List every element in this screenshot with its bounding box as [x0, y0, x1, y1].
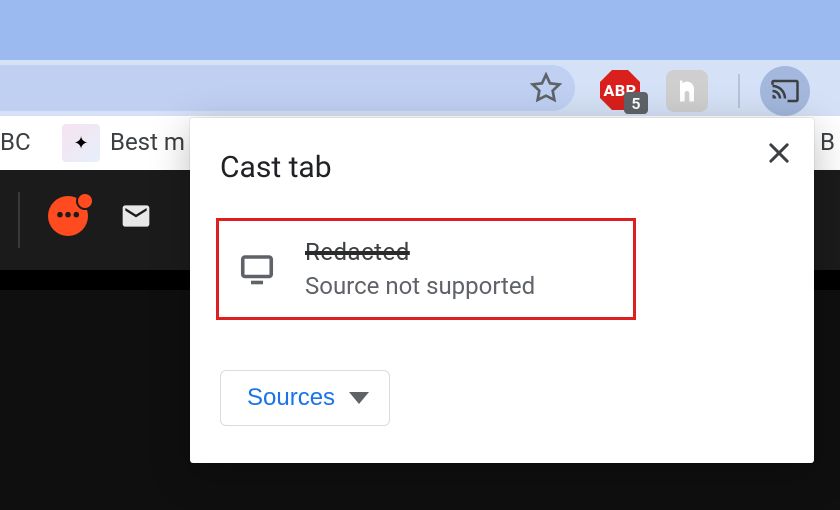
browser-tab-strip — [0, 0, 840, 60]
bookmark-item-best[interactable]: Best m — [110, 128, 185, 156]
notification-dot-icon — [76, 192, 94, 210]
toolbar-separator — [738, 74, 740, 108]
chat-button[interactable]: ••• — [48, 196, 92, 240]
viewport: ABP 5 BC ✦ Best m B ••• Cast tab — [0, 0, 840, 510]
cast-device-row[interactable]: Redacted Source not supported — [216, 218, 636, 320]
bookmark-item-bc[interactable]: BC — [0, 128, 31, 156]
extension-honey[interactable] — [666, 70, 708, 112]
bookmark-favicon[interactable]: ✦ — [62, 124, 100, 162]
page-topbar-separator — [18, 192, 20, 248]
bookmark-star-icon[interactable] — [530, 72, 562, 104]
extension-adblock[interactable]: ABP 5 — [600, 70, 646, 112]
monitor-icon — [237, 251, 277, 287]
cast-device-status: Source not supported — [305, 272, 535, 300]
cast-device-texts: Redacted Source not supported — [305, 238, 535, 300]
cast-toolbar-button[interactable] — [760, 66, 810, 116]
sources-dropdown-button[interactable]: Sources — [220, 370, 390, 426]
cast-popup-title: Cast tab — [220, 150, 332, 185]
close-button[interactable] — [762, 136, 796, 170]
bookmark-item-right[interactable]: B — [820, 128, 835, 156]
chevron-down-icon — [349, 392, 369, 404]
cast-device-name: Redacted — [305, 238, 535, 266]
omnibox[interactable] — [0, 65, 575, 111]
mail-button[interactable] — [116, 200, 156, 232]
sources-label: Sources — [247, 384, 335, 412]
cast-popup: Cast tab Redacted Source not supported S… — [190, 118, 814, 463]
adblock-badge-count: 5 — [624, 92, 648, 114]
